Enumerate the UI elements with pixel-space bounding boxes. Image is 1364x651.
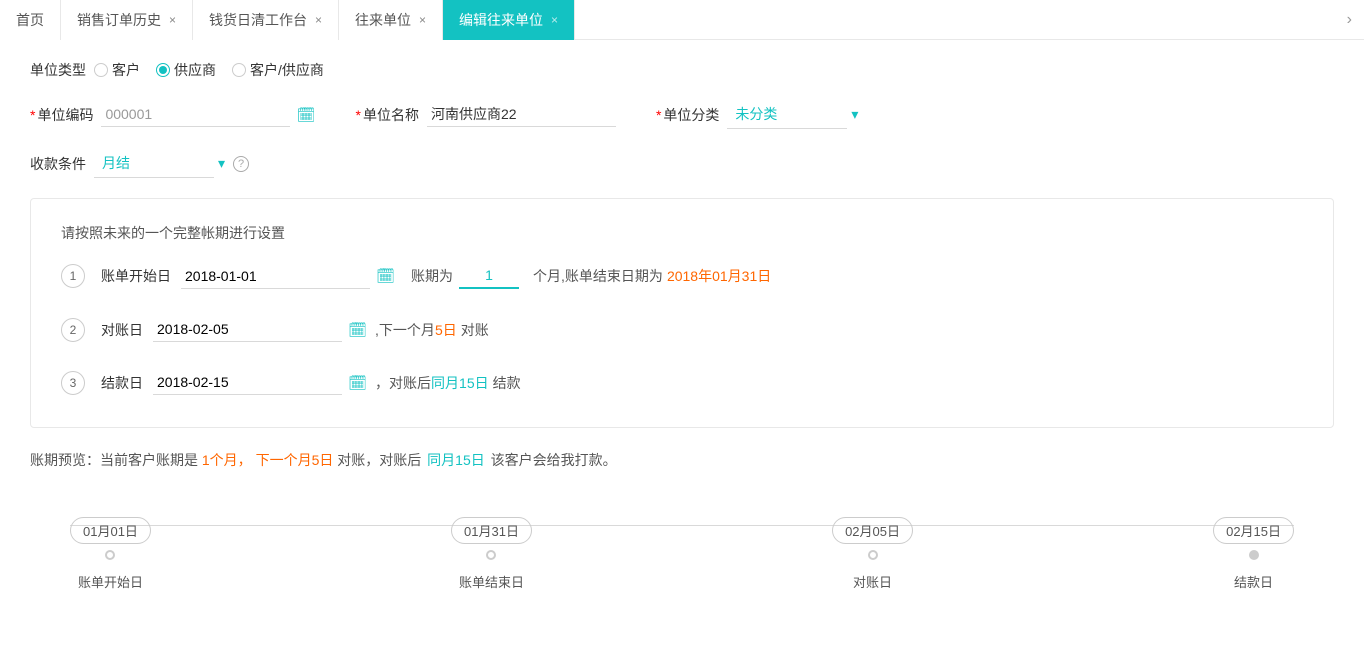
period-date-2[interactable] — [153, 317, 342, 342]
radio-circle-customer — [94, 63, 108, 77]
unit-type-label: 单位类型 — [30, 60, 86, 80]
tabs-bar: 首页 销售订单历史 × 钱货日清工作台 × 往来单位 × 编辑往来单位 × › — [0, 0, 1364, 40]
period-row-2: 2 对账日 🗓 ,下一个月 5日 对账 — [61, 317, 1303, 342]
tab-scroll-right[interactable]: › — [1335, 11, 1364, 29]
unit-category-value: 未分类 — [727, 100, 847, 129]
preview-part3: 同月15日 — [427, 452, 485, 468]
radio-supplier[interactable]: 供应商 — [156, 60, 216, 80]
preview-part1: 1个月， — [202, 452, 252, 468]
unit-type-row: 单位类型 客户 供应商 客户/供应商 — [30, 60, 1334, 80]
period-row-3: 3 结款日 🗓 ，对账后 同月15日 结款 — [61, 370, 1303, 395]
timeline-circle-1 — [105, 550, 115, 560]
tab-edit-contacts[interactable]: 编辑往来单位 × — [443, 0, 575, 40]
close-tab-cash[interactable]: × — [315, 13, 322, 27]
timeline-badge-3: 02月05日 — [832, 517, 913, 544]
preview-prefix: 账期预览：当前客户账期是 — [30, 452, 198, 468]
period-box: 请按照未来的一个完整帐期进行设置 1 账单开始日 🗓 账期为 个月,账单结束日期… — [30, 198, 1334, 428]
period-desc-2b: 对账 — [461, 320, 489, 340]
period-num-input[interactable] — [459, 263, 519, 289]
radio-circle-supplier — [156, 63, 170, 77]
unit-name-group: 单位名称 — [356, 102, 616, 127]
unit-code-group: 单位编码 🗓 — [30, 102, 316, 127]
timeline-circle-2 — [486, 550, 496, 560]
tab-cash-work[interactable]: 钱货日清工作台 × — [193, 0, 339, 40]
timeline-point-1: 01月01日 账单开始日 — [70, 517, 151, 591]
step-2: 2 — [61, 318, 85, 342]
timeline-point-4: 02月15日 结款日 — [1213, 517, 1294, 591]
preview-middle: 对账，对账后 — [337, 452, 421, 468]
payment-help-icon[interactable]: ? — [233, 156, 249, 172]
timeline: 01月01日 账单开始日 01月31日 账单结束日 02月05日 对账日 02月… — [30, 497, 1334, 631]
unit-category-label: 单位分类 — [656, 105, 719, 125]
unit-type-radio-group: 客户 供应商 客户/供应商 — [94, 60, 324, 80]
unit-info-row: 单位编码 🗓 单位名称 单位分类 未分类 ▾ — [30, 100, 1334, 129]
period-field-2: 对账日 — [101, 320, 143, 340]
period-row-1: 1 账单开始日 🗓 账期为 个月,账单结束日期为 2018年01月31日 — [61, 263, 1303, 289]
period-end-date: 2018年01月31日 — [667, 266, 771, 286]
period-desc-1b: 个月,账单结束日期为 — [533, 266, 663, 286]
payment-row: 收款条件 月结 ▾ ? — [30, 149, 1334, 178]
period-date-3[interactable] — [153, 370, 342, 395]
timeline-points: 01月01日 账单开始日 01月31日 账单结束日 02月05日 对账日 02月… — [70, 517, 1294, 591]
period-cal-3[interactable]: 🗓 — [348, 374, 367, 392]
timeline-circle-4 — [1249, 550, 1259, 560]
preview-part2: 下一个月5日 — [256, 452, 334, 468]
preview-text: 账期预览：当前客户账期是 1个月， 下一个月5日 对账，对账后 同月15日 该客… — [30, 448, 1334, 473]
unit-name-input[interactable] — [427, 102, 616, 127]
timeline-badge-4: 02月15日 — [1213, 517, 1294, 544]
tab-home[interactable]: 首页 — [0, 0, 61, 40]
timeline-badge-2: 01月31日 — [451, 517, 532, 544]
timeline-circle-3 — [868, 550, 878, 560]
unit-code-input[interactable] — [101, 102, 290, 127]
radio-customer[interactable]: 客户 — [94, 60, 140, 80]
period-field-3: 结款日 — [101, 373, 143, 393]
period-cal-1[interactable]: 🗓 — [376, 267, 395, 285]
radio-both[interactable]: 客户/供应商 — [232, 60, 324, 80]
preview-suffix: 该客户会给我打款。 — [491, 452, 617, 468]
category-dropdown-icon: ▾ — [851, 106, 858, 123]
timeline-badge-1: 01月01日 — [70, 517, 151, 544]
period-date-1[interactable] — [181, 264, 370, 289]
unit-code-label: 单位编码 — [30, 105, 93, 125]
step-1: 1 — [61, 264, 85, 288]
payment-value: 月结 — [94, 149, 214, 178]
period-desc-2a: ,下一个月 — [375, 320, 435, 340]
period-desc-1a: 账期为 — [411, 266, 453, 286]
main-content: 单位类型 客户 供应商 客户/供应商 单位编码 🗓 单位名称 — [0, 40, 1364, 651]
close-tab-contacts[interactable]: × — [419, 13, 426, 27]
period-day-2: 5日 — [435, 320, 457, 340]
unit-category-group: 单位分类 未分类 ▾ — [656, 100, 858, 129]
tab-contacts[interactable]: 往来单位 × — [339, 0, 443, 40]
timeline-label-3: 对账日 — [853, 572, 892, 591]
unit-category-select[interactable]: 未分类 ▾ — [727, 100, 858, 129]
period-cal-2[interactable]: 🗓 — [348, 321, 367, 339]
close-tab-sales[interactable]: × — [169, 13, 176, 27]
step-3: 3 — [61, 371, 85, 395]
unit-code-icon[interactable]: 🗓 — [296, 106, 315, 124]
period-title: 请按照未来的一个完整帐期进行设置 — [61, 223, 1303, 243]
radio-circle-both — [232, 63, 246, 77]
period-desc-3a: ，对账后 — [375, 373, 431, 393]
timeline-label-1: 账单开始日 — [78, 572, 143, 591]
timeline-point-2: 01月31日 账单结束日 — [451, 517, 532, 591]
period-field-1: 账单开始日 — [101, 266, 171, 286]
payment-label: 收款条件 — [30, 154, 86, 174]
period-day-3: 同月15日 — [431, 373, 489, 393]
timeline-label-4: 结款日 — [1234, 572, 1273, 591]
timeline-label-2: 账单结束日 — [459, 572, 524, 591]
unit-name-label: 单位名称 — [356, 105, 419, 125]
period-desc-3b: 结款 — [493, 373, 521, 393]
close-tab-edit[interactable]: × — [551, 13, 558, 27]
tab-sales-history[interactable]: 销售订单历史 × — [61, 0, 193, 40]
timeline-point-3: 02月05日 对账日 — [832, 517, 913, 591]
payment-dropdown-icon: ▾ — [218, 155, 225, 172]
payment-select[interactable]: 月结 ▾ — [94, 149, 225, 178]
